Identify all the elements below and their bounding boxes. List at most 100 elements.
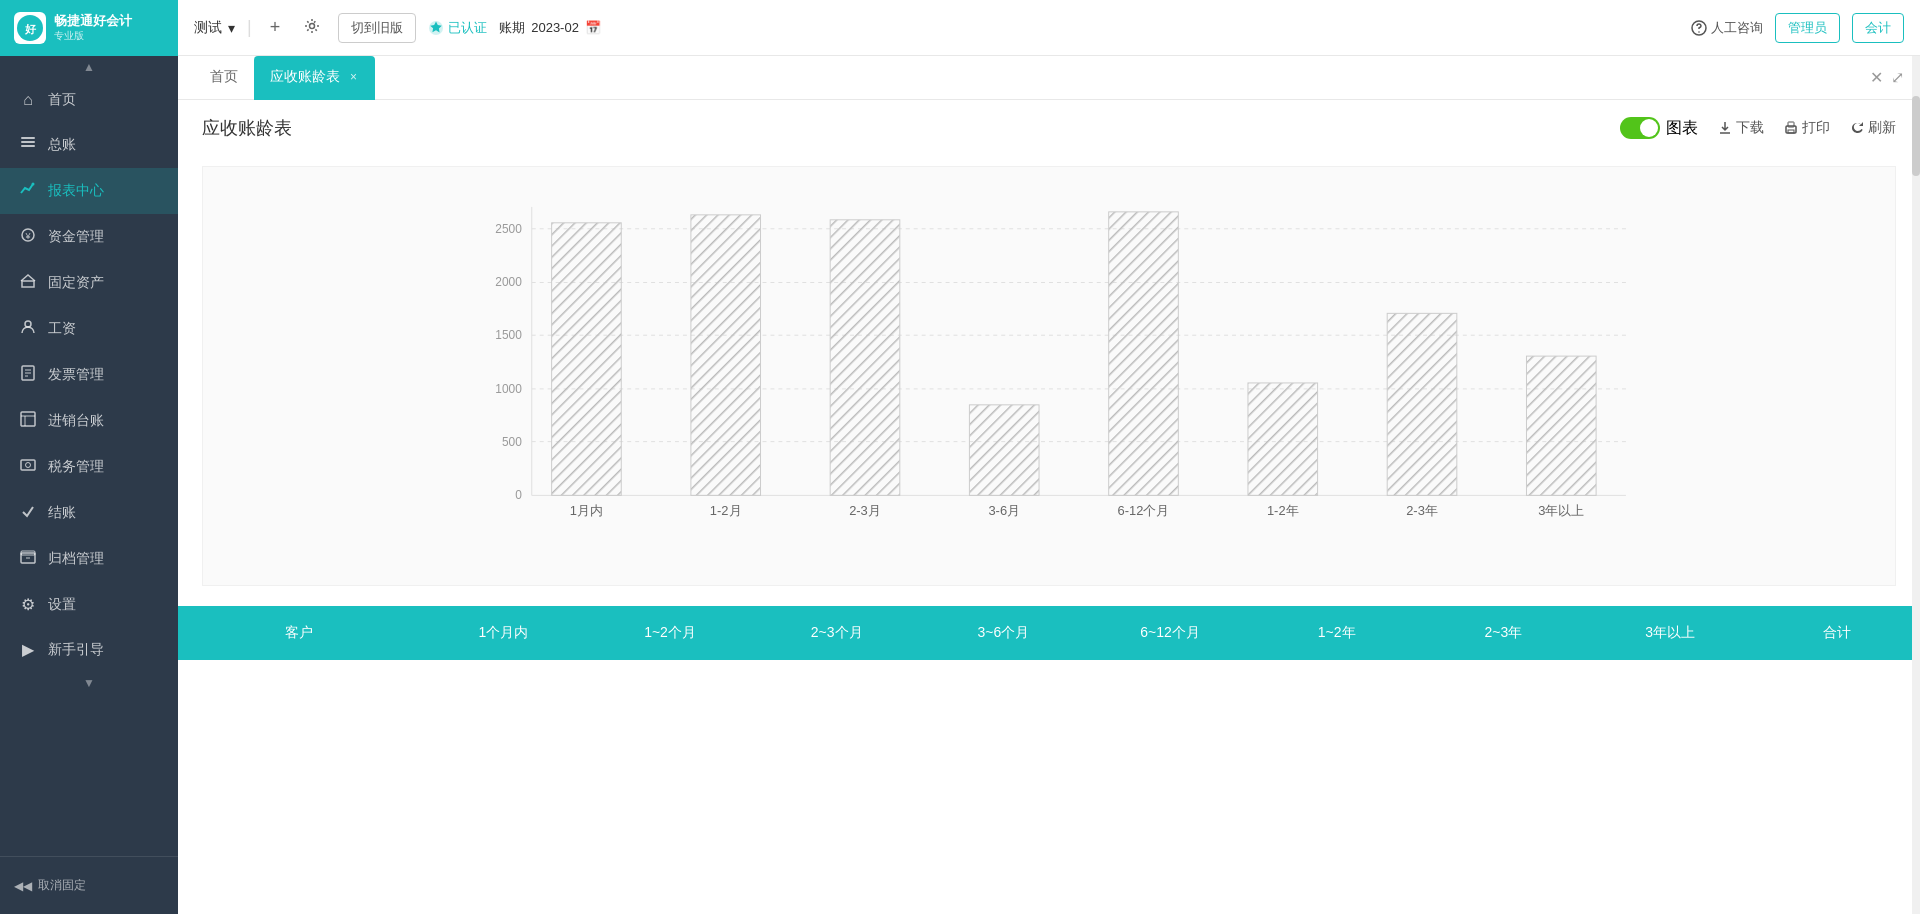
table-header-2-3year: 2~3年 xyxy=(1420,606,1587,660)
svg-point-18 xyxy=(26,463,31,468)
topbar-divider: | xyxy=(247,17,252,38)
svg-rect-4 xyxy=(21,145,35,147)
workspace-name: 测试 xyxy=(194,19,222,37)
guide-icon: ▶ xyxy=(18,640,38,659)
app-name: 畅捷通好会计 xyxy=(54,13,132,30)
svg-text:1000: 1000 xyxy=(495,382,522,396)
table-header-3year-plus: 3年以上 xyxy=(1587,606,1754,660)
svg-text:1-2月: 1-2月 xyxy=(710,503,742,518)
help-label: 人工咨询 xyxy=(1711,19,1763,37)
close-panel-btn[interactable]: ✕ xyxy=(1870,68,1883,87)
sidebar-item-home[interactable]: ⌂ 首页 xyxy=(0,78,178,122)
help-btn[interactable]: 人工咨询 xyxy=(1691,19,1763,37)
switch-version-btn[interactable]: 切到旧版 xyxy=(338,13,416,43)
refresh-label: 刷新 xyxy=(1868,119,1896,137)
scrollbar-thumb[interactable] xyxy=(1912,96,1920,176)
sidebar-bottom: ◀◀ 取消固定 xyxy=(0,856,178,914)
sidebar-item-guide[interactable]: ▶ 新手引导 xyxy=(0,627,178,672)
ledger-icon xyxy=(18,135,38,155)
svg-text:2500: 2500 xyxy=(495,222,522,236)
svg-text:3年以上: 3年以上 xyxy=(1538,503,1584,518)
accounting-period: 账期 2023-02 📅 xyxy=(499,19,601,37)
svg-point-22 xyxy=(310,23,315,28)
download-btn[interactable]: 下载 xyxy=(1718,119,1764,137)
cancel-fixed-btn[interactable]: ◀◀ 取消固定 xyxy=(0,867,178,904)
table-header-1-2month: 1~2个月 xyxy=(587,606,754,660)
chart-toggle[interactable]: 图表 xyxy=(1620,117,1698,139)
user-btn[interactable]: 管理员 xyxy=(1775,13,1840,43)
bar-3-6月 xyxy=(969,405,1039,496)
tabs-right-actions: ✕ ⤢ xyxy=(1870,68,1904,87)
sidebar-item-archive[interactable]: 归档管理 xyxy=(0,536,178,582)
sidebar-item-closing[interactable]: 结账 xyxy=(0,490,178,536)
sidebar-item-fixed-assets[interactable]: 固定资产 xyxy=(0,260,178,306)
cancel-fixed-label: 取消固定 xyxy=(38,877,86,894)
svg-text:¥: ¥ xyxy=(24,231,31,241)
svg-rect-28 xyxy=(1788,130,1794,133)
download-label: 下载 xyxy=(1736,119,1764,137)
workspace-settings-btn[interactable] xyxy=(298,14,326,42)
toggle-thumb xyxy=(1640,119,1658,137)
svg-text:0: 0 xyxy=(515,488,522,502)
sidebar-item-sales[interactable]: 进销台账 xyxy=(0,398,178,444)
fixed-assets-icon xyxy=(18,273,38,293)
table-header-6-12month: 6~12个月 xyxy=(1087,606,1254,660)
sidebar-item-payroll[interactable]: 工资 xyxy=(0,306,178,352)
print-btn[interactable]: 打印 xyxy=(1784,119,1830,137)
sidebar-item-ledger[interactable]: 总账 xyxy=(0,122,178,168)
sidebar-item-invoices[interactable]: 发票管理 xyxy=(0,352,178,398)
svg-rect-17 xyxy=(21,460,35,470)
home-icon: ⌂ xyxy=(18,91,38,109)
sidebar-item-label: 总账 xyxy=(48,136,76,154)
print-label: 打印 xyxy=(1802,119,1830,137)
page-title: 应收账龄表 xyxy=(202,116,292,140)
table-header-3-6month: 3~6个月 xyxy=(920,606,1087,660)
sidebar-item-label: 固定资产 xyxy=(48,274,104,292)
svg-text:3-6月: 3-6月 xyxy=(988,503,1020,518)
table-header-1-2year: 1~2年 xyxy=(1253,606,1420,660)
svg-text:好: 好 xyxy=(24,23,37,35)
sidebar-logo: 好 畅捷通好会计 专业版 xyxy=(0,0,178,56)
add-workspace-btn[interactable]: + xyxy=(264,13,287,42)
tab-home[interactable]: 首页 xyxy=(194,56,254,100)
tax-icon xyxy=(18,457,38,477)
sidebar-item-label: 资金管理 xyxy=(48,228,104,246)
bar-1月内 xyxy=(552,223,622,496)
bar-chart: 0 500 1000 1500 2000 2500 xyxy=(223,187,1875,565)
tab-close-btn[interactable]: × xyxy=(348,68,359,86)
sidebar-item-tax[interactable]: 税务管理 xyxy=(0,444,178,490)
svg-text:1-2年: 1-2年 xyxy=(1267,503,1299,518)
svg-point-5 xyxy=(32,183,35,186)
page-actions: 图表 下载 打印 刷新 xyxy=(1620,117,1896,139)
sidebar-item-reports[interactable]: 报表中心 xyxy=(0,168,178,214)
bar-6-12个月 xyxy=(1109,212,1179,496)
calendar-icon[interactable]: 📅 xyxy=(585,20,601,35)
expand-panel-btn[interactable]: ⤢ xyxy=(1891,68,1904,87)
chart-wrapper: 0 500 1000 1500 2000 2500 xyxy=(202,166,1896,586)
table-header-total: 合计 xyxy=(1753,606,1920,660)
sidebar-item-label: 结账 xyxy=(48,504,76,522)
reports-icon xyxy=(18,181,38,201)
table-container: 客户 1个月内 1~2个月 2~3个月 3~6个月 6~12个月 1~2年 2~… xyxy=(178,606,1920,660)
accountant-btn[interactable]: 会计 xyxy=(1852,13,1904,43)
svg-text:2-3年: 2-3年 xyxy=(1406,503,1438,518)
svg-text:1500: 1500 xyxy=(495,328,522,342)
bar-2-3年 xyxy=(1387,313,1457,495)
toggle-track[interactable] xyxy=(1620,117,1660,139)
topbar: 测试 ▾ | + 切到旧版 已认证 账期 2023-02 📅 人工咨询 管理员 … xyxy=(178,0,1920,56)
app-edition: 专业版 xyxy=(54,29,132,43)
certified-label: 已认证 xyxy=(448,19,487,37)
chart-area: 0 500 1000 1500 2000 2500 xyxy=(178,156,1920,606)
sidebar-item-funds[interactable]: ¥ 资金管理 xyxy=(0,214,178,260)
table-header-customer: 客户 xyxy=(178,606,420,660)
table-header-1month: 1个月内 xyxy=(420,606,587,660)
sidebar-item-settings[interactable]: ⚙ 设置 xyxy=(0,582,178,627)
svg-point-9 xyxy=(25,321,31,327)
scroll-up-arrow[interactable]: ▲ xyxy=(0,56,178,78)
workspace-selector[interactable]: 测试 ▾ xyxy=(194,19,235,37)
refresh-btn[interactable]: 刷新 xyxy=(1850,119,1896,137)
svg-rect-8 xyxy=(22,281,34,287)
scrollbar-track[interactable] xyxy=(1912,56,1920,914)
scroll-down-arrow[interactable]: ▼ xyxy=(0,672,178,694)
tab-aging-report[interactable]: 应收账龄表 × xyxy=(254,56,375,100)
